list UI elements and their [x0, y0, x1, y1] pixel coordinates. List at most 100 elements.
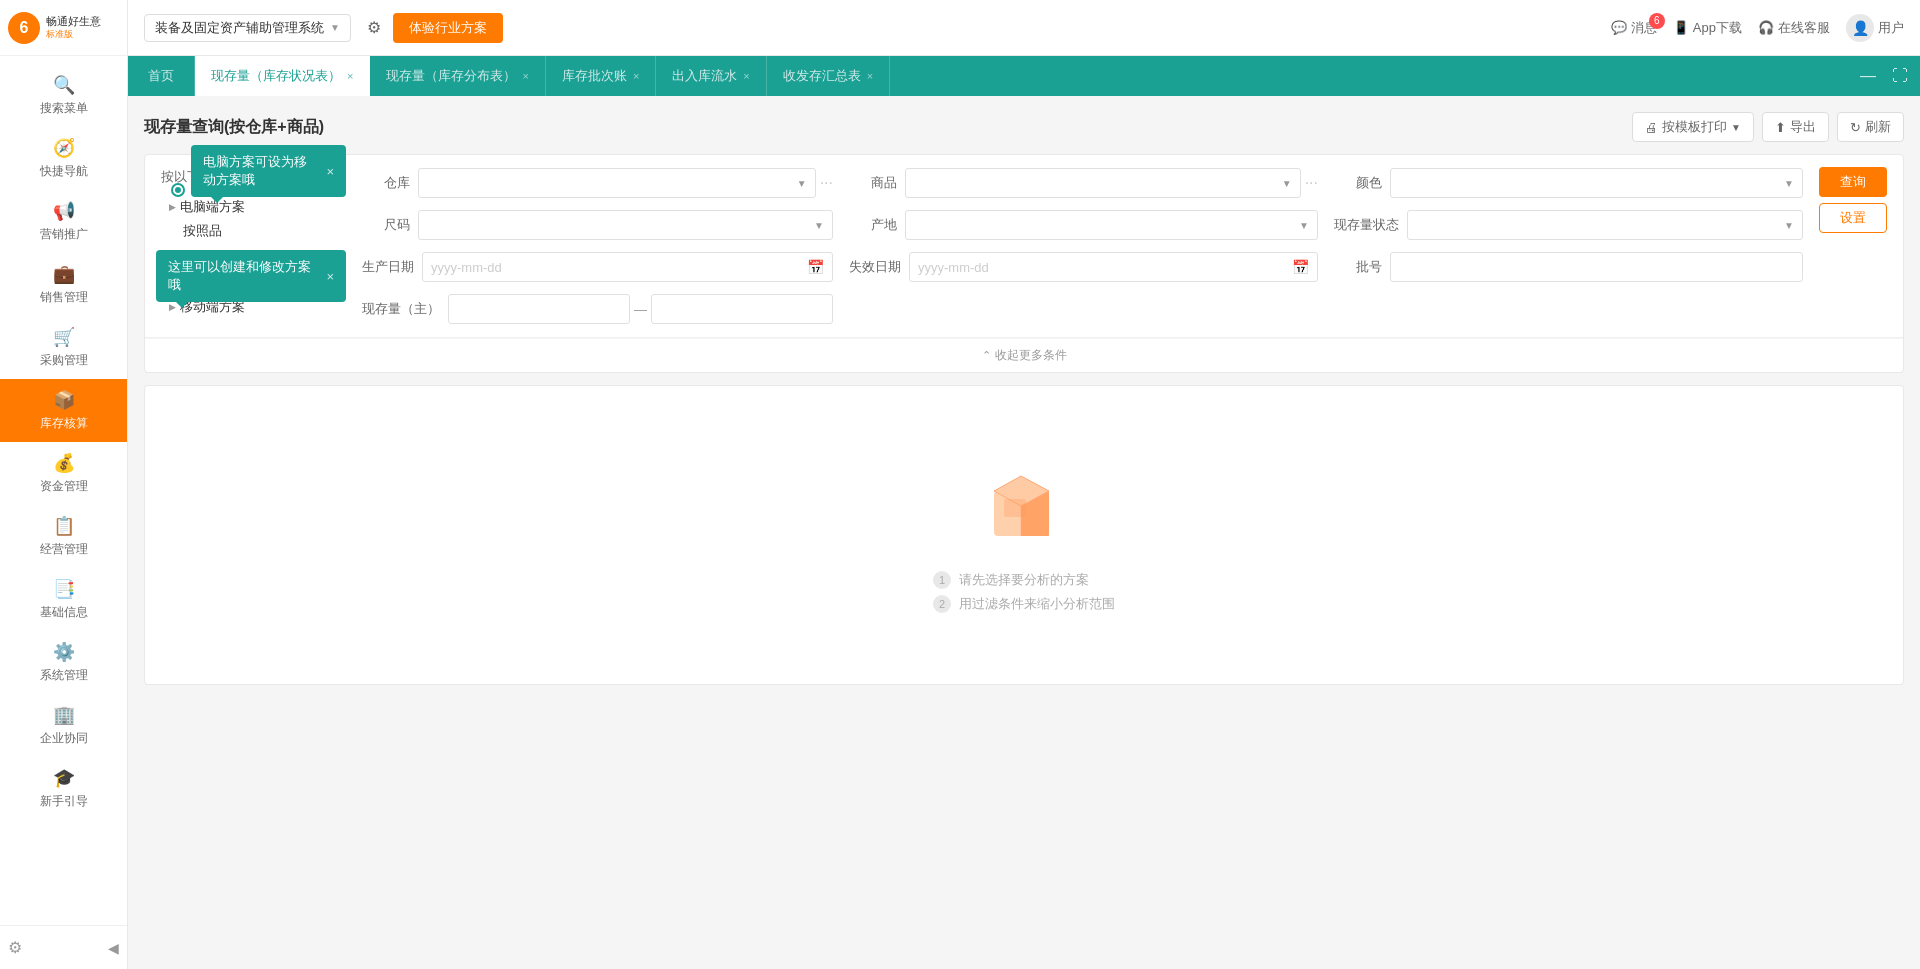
- collapse-btn[interactable]: ⌃ 收起更多条件: [145, 338, 1903, 372]
- cond-batch: 批号: [1334, 251, 1803, 283]
- conditions-panel: 仓库 ▼ ··· 商品 ▼: [346, 167, 1803, 325]
- inventory-icon: 📦: [53, 389, 75, 411]
- query-button[interactable]: 查询: [1819, 167, 1887, 197]
- tab-batch-account[interactable]: 库存批次账 ×: [546, 56, 656, 96]
- scheme-item-pinzhaop[interactable]: 按照品: [183, 219, 346, 243]
- sidebar-item-basic[interactable]: 📑 基础信息: [0, 568, 127, 631]
- sidebar-item-marketing[interactable]: 📢 营销推广: [0, 190, 127, 253]
- sidebar-item-finance[interactable]: 💰 资金管理: [0, 442, 127, 505]
- tab-close-icon[interactable]: ×: [867, 70, 873, 82]
- export-btn[interactable]: ⬆ 导出: [1762, 112, 1829, 142]
- sidebar-item-purchase[interactable]: 🛒 采购管理: [0, 316, 127, 379]
- user-item[interactable]: 👤 用户: [1846, 14, 1904, 42]
- app-download-item[interactable]: 📱 App下载: [1673, 19, 1742, 37]
- origin-select[interactable]: ▼: [905, 210, 1318, 240]
- tab-close-icon[interactable]: ×: [522, 70, 528, 82]
- collapse-sidebar-icon[interactable]: ◀: [108, 940, 119, 956]
- notification-item[interactable]: 💬 消息 6: [1611, 19, 1657, 37]
- operations-icon: 📋: [53, 515, 75, 537]
- tooltip-text: 电脑方案可设为移动方案哦: [203, 153, 318, 189]
- sidebar-item-system[interactable]: ⚙️ 系统管理: [0, 631, 127, 694]
- tooltip2-close-btn[interactable]: ×: [326, 269, 334, 284]
- sidebar-item-label: 快捷导航: [40, 163, 88, 180]
- goods-label: 商品: [849, 174, 905, 192]
- notification-badge: 6: [1649, 13, 1665, 29]
- tab-home[interactable]: 首页: [128, 56, 195, 96]
- goods-dots[interactable]: ···: [1305, 174, 1318, 192]
- collapse-label: 收起更多条件: [995, 347, 1067, 364]
- expand-icon: ▶: [169, 302, 176, 312]
- color-label: 颜色: [1334, 174, 1390, 192]
- sidebar-item-inventory[interactable]: 📦 库存核算: [0, 379, 127, 442]
- industry-btn[interactable]: 体验行业方案: [393, 13, 503, 43]
- batch-input[interactable]: [1390, 252, 1803, 282]
- color-select[interactable]: ▼: [1390, 168, 1803, 198]
- tab-label: 现存量（库存分布表）: [386, 67, 516, 85]
- range-separator: —: [634, 302, 647, 317]
- size-label: 尺码: [362, 216, 418, 234]
- cond-origin: 产地 ▼: [849, 209, 1318, 241]
- connector-dot: [173, 185, 183, 195]
- expire-date-input[interactable]: yyyy-mm-dd 📅: [909, 252, 1318, 282]
- warehouse-dots[interactable]: ···: [820, 174, 833, 192]
- online-support-item[interactable]: 🎧 在线客服: [1758, 19, 1830, 37]
- prod-date-label: 生产日期: [362, 258, 422, 276]
- sidebar-item-operations[interactable]: 📋 经营管理: [0, 505, 127, 568]
- settings-gear-icon[interactable]: ⚙: [367, 18, 381, 37]
- sidebar-item-label: 销售管理: [40, 289, 88, 306]
- basic-icon: 📑: [53, 578, 75, 600]
- tab-maximize-icon[interactable]: ⛶: [1888, 63, 1912, 89]
- expire-date-label: 失效日期: [849, 258, 909, 276]
- tab-close-icon[interactable]: ×: [633, 70, 639, 82]
- sidebar-item-sales[interactable]: 💼 销售管理: [0, 253, 127, 316]
- sidebar-item-search[interactable]: 🔍 搜索菜单: [0, 64, 127, 127]
- reset-button[interactable]: 设置: [1819, 203, 1887, 233]
- system-name: 装备及固定资产辅助管理系统: [155, 19, 324, 37]
- size-select[interactable]: ▼: [418, 210, 833, 240]
- sidebar-item-label: 营销推广: [40, 226, 88, 243]
- goods-select[interactable]: ▼: [905, 168, 1301, 198]
- empty-step-1-text: 请先选择要分析的方案: [959, 571, 1089, 589]
- logo-icon: 6: [8, 12, 40, 44]
- guide-icon: 🧭: [53, 137, 75, 159]
- main-area: 装备及固定资产辅助管理系统 ▼ ⚙ 体验行业方案 💬 消息 6 📱 App下载 …: [128, 0, 1920, 969]
- sidebar-footer: ⚙ ◀: [0, 925, 127, 969]
- tab-close-icon[interactable]: ×: [743, 70, 749, 82]
- tab-minimize-icon[interactable]: —: [1856, 63, 1880, 89]
- tooltip-close-btn[interactable]: ×: [326, 164, 334, 179]
- collapse-up-icon: ⌃: [982, 349, 991, 362]
- refresh-btn[interactable]: ↻ 刷新: [1837, 112, 1904, 142]
- step-number-2: 2: [933, 595, 951, 613]
- stock-min-input[interactable]: [448, 294, 630, 324]
- user-label: 用户: [1878, 19, 1904, 37]
- tab-in-out-flow[interactable]: 出入库流水 ×: [656, 56, 766, 96]
- scheme-desktop-group-header[interactable]: ▶ 电脑端方案: [169, 195, 346, 219]
- sidebar-item-label: 企业协同: [40, 730, 88, 747]
- sidebar-item-label: 搜索菜单: [40, 100, 88, 117]
- search-icon: 🔍: [53, 74, 75, 96]
- scheme-desktop-group: ▶ 电脑端方案 按照品: [169, 195, 346, 243]
- tab-inventory-status[interactable]: 现存量（库存状况表） ×: [195, 56, 370, 96]
- stock-status-select[interactable]: ▼: [1407, 210, 1803, 240]
- sidebar-item-enterprise[interactable]: 🏢 企业协同: [0, 694, 127, 757]
- online-support-label: 在线客服: [1778, 19, 1830, 37]
- tab-inventory-dist[interactable]: 现存量（库存分布表） ×: [370, 56, 545, 96]
- page-container: 现存量查询(按仓库+商品) 🖨 按模板打印 ▼ ⬆ 导出 ↻ 刷新: [128, 96, 1920, 701]
- template-print-btn[interactable]: 🖨 按模板打印 ▼: [1632, 112, 1754, 142]
- tab-receipt-summary[interactable]: 收发存汇总表 ×: [767, 56, 890, 96]
- chevron-down-icon: ▼: [1731, 122, 1741, 133]
- system-selector[interactable]: 装备及固定资产辅助管理系统 ▼: [144, 14, 351, 42]
- sidebar-item-label: 基础信息: [40, 604, 88, 621]
- sidebar-item-newbie[interactable]: 🎓 新手引导: [0, 757, 127, 820]
- filter-wrapper: 按以下方案查询 + ✎ ← 电脑方案可设为移动方案哦: [144, 154, 1904, 373]
- sidebar-item-guide[interactable]: 🧭 快捷导航: [0, 127, 127, 190]
- logo-badge: 标准版: [46, 28, 101, 41]
- stock-max-input[interactable]: [651, 294, 833, 324]
- settings-icon[interactable]: ⚙: [8, 938, 22, 957]
- prod-date-placeholder: yyyy-mm-dd: [431, 260, 502, 275]
- warehouse-select[interactable]: ▼: [418, 168, 816, 198]
- empty-steps-list: 1 请先选择要分析的方案 2 用过滤条件来缩小分析范围: [933, 571, 1115, 619]
- step-number-1: 1: [933, 571, 951, 589]
- tab-close-icon[interactable]: ×: [347, 70, 353, 82]
- prod-date-input[interactable]: yyyy-mm-dd 📅: [422, 252, 833, 282]
